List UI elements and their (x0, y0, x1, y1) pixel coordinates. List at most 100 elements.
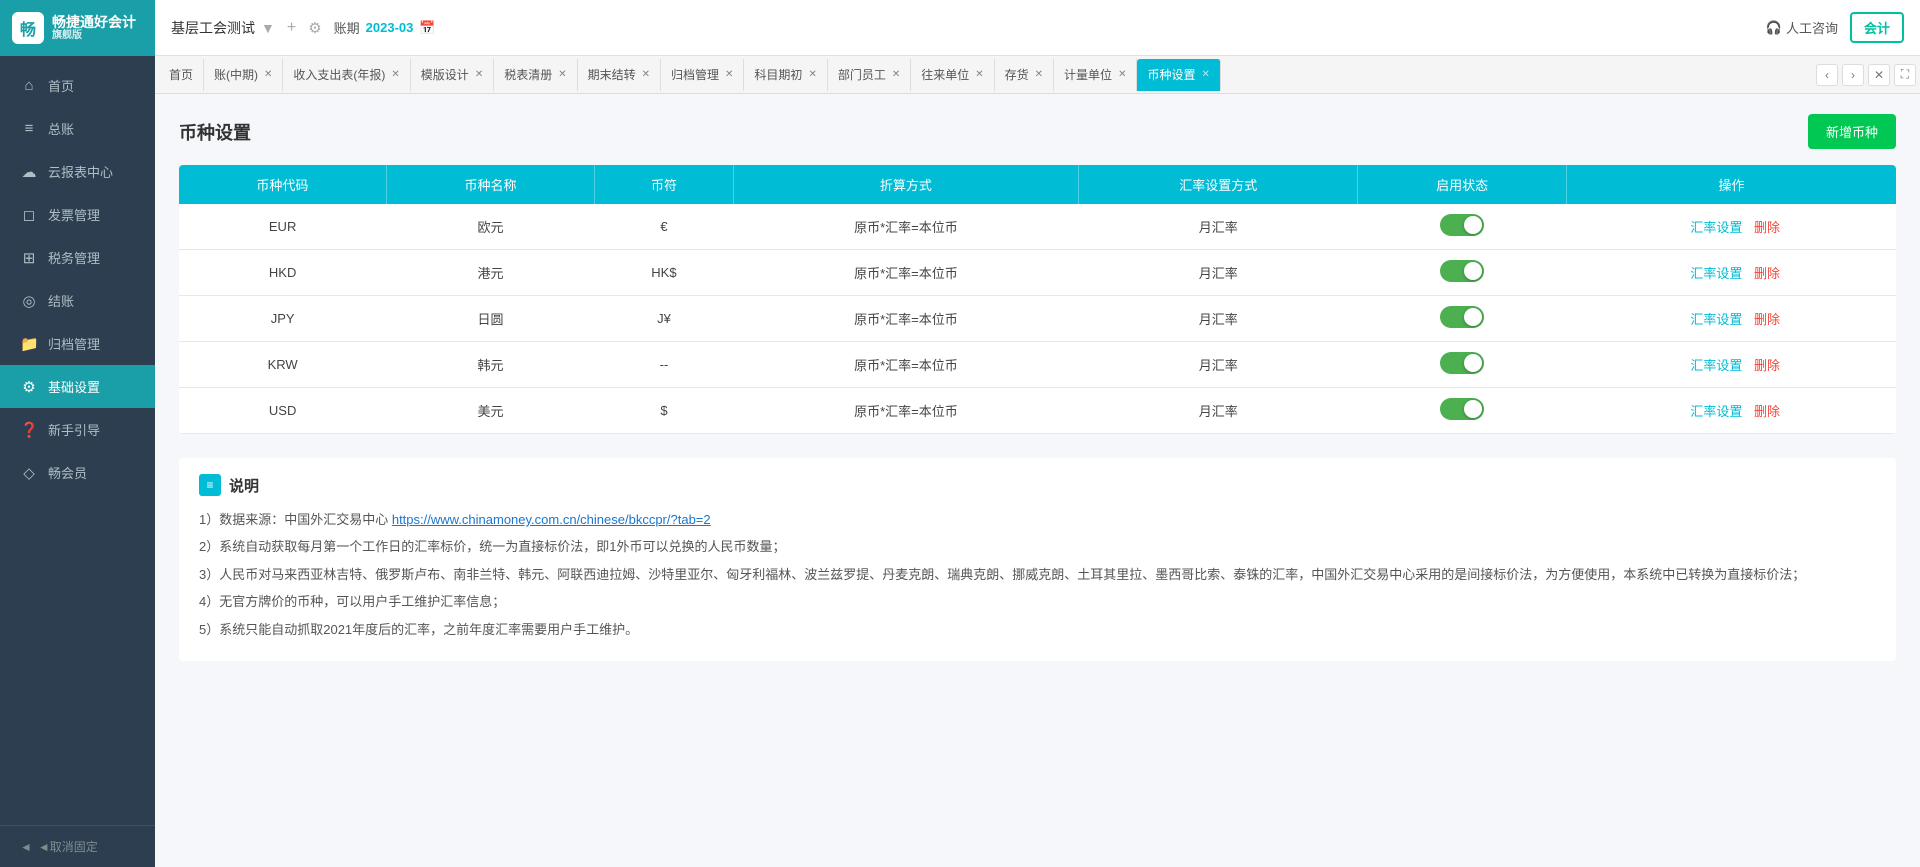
tab-close-dept[interactable]: ✕ (892, 69, 900, 80)
period-label: 账期 (334, 18, 360, 37)
tab-close-unit[interactable]: ✕ (1118, 69, 1126, 80)
tab-close-tax[interactable]: ✕ (558, 69, 566, 80)
consult-button[interactable]: 🎧 人工咨询 (1766, 18, 1838, 37)
sidebar-item-guide[interactable]: ❓ 新手引导 (0, 408, 155, 451)
cell-toggle[interactable] (1358, 204, 1567, 250)
tab-fullscreen[interactable]: ⛶ (1894, 64, 1916, 86)
rate-setting-link[interactable]: 汇率设置 (1690, 404, 1742, 419)
cell-toggle[interactable] (1358, 388, 1567, 434)
tab-inventory[interactable]: 存货 ✕ (995, 59, 1054, 91)
tab-label-template: 模版设计 (421, 66, 469, 83)
sidebar-item-invoice[interactable]: ◻ 发票管理 (0, 193, 155, 236)
sidebar-item-home[interactable]: ⌂ 首页 (0, 64, 155, 107)
cell-toggle[interactable] (1358, 296, 1567, 342)
tab-close-inventory[interactable]: ✕ (1035, 69, 1043, 80)
tab-home[interactable]: 首页 (159, 59, 204, 91)
rate-setting-link[interactable]: 汇率设置 (1690, 312, 1742, 327)
guide-icon: ❓ (20, 421, 38, 439)
sidebar-item-settings[interactable]: ⚙ 基础设置 (0, 365, 155, 408)
col-symbol: 币符 (595, 165, 733, 204)
sidebar-item-member[interactable]: ◇ 畅会员 (0, 451, 155, 494)
tab-label-archive: 归档管理 (671, 66, 719, 83)
consult-label: 人工咨询 (1786, 18, 1838, 37)
sidebar-item-ledger[interactable]: ≡ 总账 (0, 107, 155, 150)
notes-link[interactable]: https://www.chinamoney.com.cn/chinese/bk… (392, 512, 711, 527)
tab-currency[interactable]: 币种设置 ✕ (1137, 59, 1220, 91)
sidebar-label-cloud: 云报表中心 (48, 162, 113, 181)
notes-section: ≡ 说明 1）数据来源：中国外汇交易中心 https://www.chinamo… (179, 458, 1896, 661)
table-row: EUR 欧元 € 原币*汇率=本位币 月汇率 汇率设置 删除 (179, 204, 1896, 250)
tab-close-subject[interactable]: ✕ (808, 69, 816, 80)
tab-close-archive[interactable]: ✕ (725, 69, 733, 80)
sidebar-label-checkout: 结账 (48, 291, 74, 310)
cell-actions: 汇率设置 删除 (1566, 296, 1896, 342)
tab-close-currency[interactable]: ✕ (1201, 69, 1209, 80)
tab-tax-table[interactable]: 税表清册 ✕ (494, 59, 577, 91)
tab-label-subject: 科目期初 (754, 66, 802, 83)
col-calc: 折算方式 (733, 165, 1079, 204)
headset-icon: 🎧 (1766, 20, 1782, 36)
tab-label-inventory: 存货 (1005, 66, 1029, 83)
rate-setting-link[interactable]: 汇率设置 (1690, 220, 1742, 235)
sidebar-item-checkout[interactable]: ◎ 结账 (0, 279, 155, 322)
topbar: 基层工会测试 ▼ + ⚙ 账期 2023-03 📅 🎧 人工咨询 会计 (155, 0, 1920, 56)
page-title: 币种设置 (179, 119, 251, 145)
tab-period-end[interactable]: 期末结转 ✕ (578, 59, 661, 91)
notes-list: 1）数据来源：中国外汇交易中心 https://www.chinamoney.c… (199, 508, 1876, 641)
cell-name: 港元 (386, 250, 595, 296)
table-row: KRW 韩元 -- 原币*汇率=本位币 月汇率 汇率设置 删除 (179, 342, 1896, 388)
cell-rate-type: 月汇率 (1079, 250, 1358, 296)
topbar-plus-icon[interactable]: + (287, 19, 296, 37)
tab-close-template[interactable]: ✕ (475, 69, 483, 80)
sidebar-item-archive[interactable]: 📁 归档管理 (0, 322, 155, 365)
page-content: 币种设置 新增币种 币种代码 币种名称 币符 折算方式 汇率设置方式 启用状态 … (155, 94, 1920, 867)
col-name: 币种名称 (386, 165, 595, 204)
tab-period[interactable]: 账(中期) ✕ (204, 59, 283, 91)
main-area: 基层工会测试 ▼ + ⚙ 账期 2023-03 📅 🎧 人工咨询 会计 首页 账… (155, 0, 1920, 867)
delete-link[interactable]: 删除 (1754, 312, 1780, 327)
tab-label-currency: 币种设置 (1147, 66, 1195, 83)
company-dropdown-icon: ▼ (261, 20, 275, 36)
toggle-switch[interactable] (1440, 260, 1484, 282)
tab-nav-left[interactable]: ‹ (1816, 64, 1838, 86)
toggle-switch[interactable] (1440, 214, 1484, 236)
cell-toggle[interactable] (1358, 250, 1567, 296)
delete-link[interactable]: 删除 (1754, 358, 1780, 373)
tab-template[interactable]: 模版设计 ✕ (411, 59, 494, 91)
toggle-switch[interactable] (1440, 398, 1484, 420)
cell-actions: 汇率设置 删除 (1566, 342, 1896, 388)
cell-actions: 汇率设置 删除 (1566, 250, 1896, 296)
rate-setting-link[interactable]: 汇率设置 (1690, 358, 1742, 373)
tab-close-period-end[interactable]: ✕ (642, 69, 650, 80)
notes-item: 5）系统只能自动抓取2021年度后的汇率，之前年度汇率需要用户手工维护。 (199, 618, 1876, 641)
tab-nav-right[interactable]: › (1842, 64, 1864, 86)
rate-setting-link[interactable]: 汇率设置 (1690, 266, 1742, 281)
tab-unit[interactable]: 计量单位 ✕ (1054, 59, 1137, 91)
cell-toggle[interactable] (1358, 342, 1567, 388)
sidebar-item-tax[interactable]: ⊞ 税务管理 (0, 236, 155, 279)
sidebar-label-ledger: 总账 (48, 119, 74, 138)
sidebar-item-cloud-report[interactable]: ☁ 云报表中心 (0, 150, 155, 193)
toggle-switch[interactable] (1440, 352, 1484, 374)
pin-toggle[interactable]: ◄ ◄取消固定 (0, 825, 155, 867)
tab-customer[interactable]: 往来单位 ✕ (911, 59, 994, 91)
delete-link[interactable]: 删除 (1754, 220, 1780, 235)
tab-dept[interactable]: 部门员工 ✕ (828, 59, 911, 91)
tab-close-income[interactable]: ✕ (391, 69, 399, 80)
delete-link[interactable]: 删除 (1754, 404, 1780, 419)
new-currency-button[interactable]: 新增币种 (1808, 114, 1896, 149)
delete-link[interactable]: 删除 (1754, 266, 1780, 281)
topbar-settings-icon[interactable]: ⚙ (308, 19, 321, 37)
tab-subject-init[interactable]: 科目期初 ✕ (744, 59, 827, 91)
tab-close-all[interactable]: ✕ (1868, 64, 1890, 86)
tab-archive[interactable]: 归档管理 ✕ (661, 59, 744, 91)
tab-close-period[interactable]: ✕ (264, 69, 272, 80)
accounting-button[interactable]: 会计 (1850, 12, 1904, 43)
sidebar-label-settings: 基础设置 (48, 377, 100, 396)
calendar-icon[interactable]: 📅 (419, 20, 435, 36)
logo-icon: 畅 (12, 12, 44, 44)
toggle-switch[interactable] (1440, 306, 1484, 328)
company-selector[interactable]: 基层工会测试 ▼ (171, 18, 275, 38)
tab-income-report[interactable]: 收入支出表(年报) ✕ (283, 59, 410, 91)
tab-close-customer[interactable]: ✕ (975, 69, 983, 80)
